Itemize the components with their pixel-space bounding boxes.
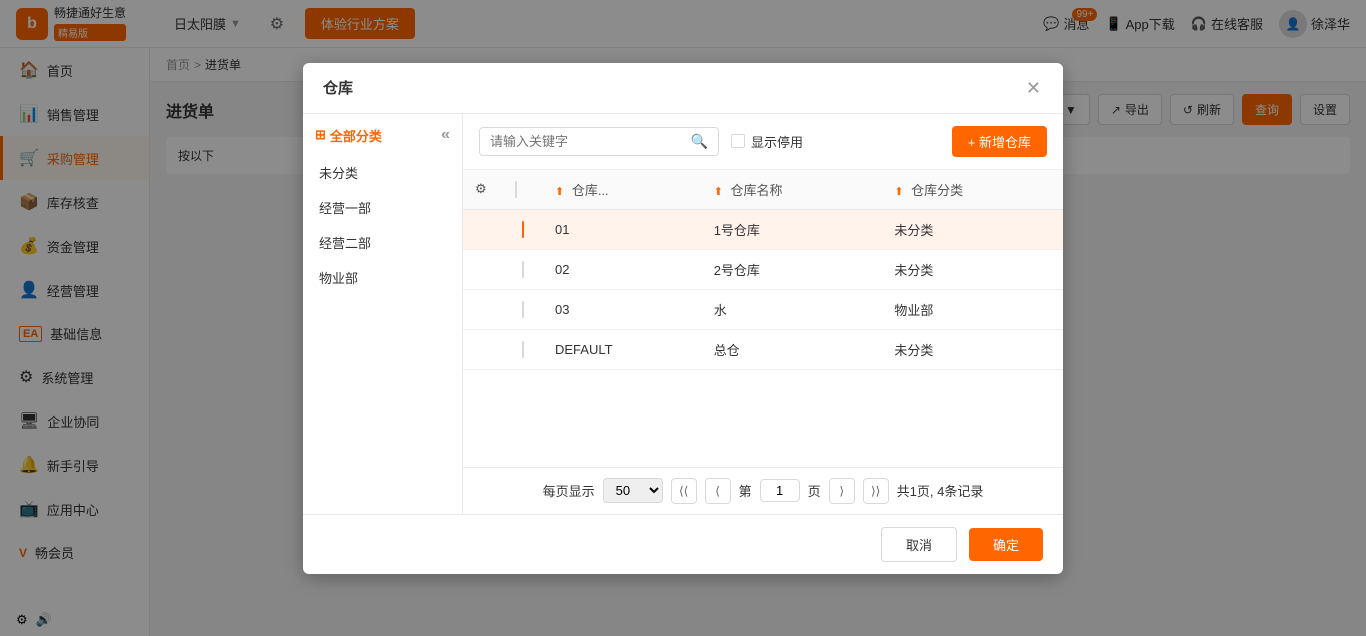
- sort-icon-code: ⬆: [555, 186, 564, 198]
- td-check-3[interactable]: [503, 289, 543, 329]
- page-unit: 页: [808, 481, 821, 500]
- select-all-checkbox[interactable]: [515, 181, 517, 198]
- next-page-button[interactable]: ⟩: [829, 478, 855, 504]
- td-category-1: 未分类: [882, 209, 1063, 249]
- td-gear-4: [463, 329, 503, 369]
- th-gear: ⚙: [463, 170, 503, 210]
- th-category: ⬆ 仓库分类: [882, 170, 1063, 210]
- total-info: 共1页, 4条记录: [897, 481, 984, 500]
- last-page-button[interactable]: ⟩⟩: [863, 478, 889, 504]
- modal-category-panel: ⊞ 全部分类 « 未分类 经营一部 经营二部 物业部: [303, 114, 463, 514]
- modal-toolbar: 🔍 显示停用 + 新增仓库: [463, 114, 1063, 170]
- td-check-2[interactable]: [503, 249, 543, 289]
- td-name-4: 总仓: [702, 329, 883, 369]
- per-page-label: 每页显示: [543, 481, 595, 500]
- modal-overlay: 仓库 ✕ ⊞ 全部分类 « 未分类 经营一部: [0, 0, 1366, 636]
- row-checkbox-2[interactable]: [522, 261, 524, 278]
- td-check-4[interactable]: [503, 329, 543, 369]
- page-label: 第: [739, 481, 752, 500]
- category-item-ops1[interactable]: 经营一部: [303, 190, 462, 225]
- cancel-button[interactable]: 取消: [881, 527, 957, 562]
- page-input[interactable]: [760, 479, 800, 502]
- td-gear-3: [463, 289, 503, 329]
- sort-icon-name: ⬆: [714, 186, 723, 198]
- td-name-1: 1号仓库: [702, 209, 883, 249]
- prev-page-button[interactable]: ⟨: [705, 478, 731, 504]
- table-row[interactable]: 02 2号仓库 未分类: [463, 249, 1063, 289]
- per-page-select[interactable]: 50 20 100: [603, 478, 663, 503]
- td-name-2: 2号仓库: [702, 249, 883, 289]
- modal-category-header: ⊞ 全部分类 «: [303, 126, 462, 155]
- table-header-row: ⚙ ⬆ 仓库... ⬆ 仓库名称: [463, 170, 1063, 210]
- warehouse-table: ⚙ ⬆ 仓库... ⬆ 仓库名称: [463, 170, 1063, 370]
- table-row[interactable]: 01 1号仓库 未分类: [463, 209, 1063, 249]
- category-item-property[interactable]: 物业部: [303, 260, 462, 295]
- td-category-3: 物业部: [882, 289, 1063, 329]
- sort-icon-category: ⬆: [894, 186, 903, 198]
- th-code: ⬆ 仓库...: [543, 170, 702, 210]
- row-checkbox-4[interactable]: [522, 341, 524, 358]
- td-code-4: DEFAULT: [543, 329, 702, 369]
- table-row[interactable]: 03 水 物业部: [463, 289, 1063, 329]
- modal-pagination: 每页显示 50 20 100 ⟨⟨ ⟨ 第 页 ⟩ ⟩⟩ 共1页, 4条记录: [463, 467, 1063, 514]
- row-checkbox-3[interactable]: [522, 301, 524, 318]
- row-checkbox-1[interactable]: [522, 221, 524, 238]
- td-code-2: 02: [543, 249, 702, 289]
- td-code-1: 01: [543, 209, 702, 249]
- collapse-button[interactable]: «: [441, 126, 450, 144]
- th-name: ⬆ 仓库名称: [702, 170, 883, 210]
- show-disabled-text: 显示停用: [751, 132, 803, 151]
- table-body: 01 1号仓库 未分类 02 2号仓库: [463, 209, 1063, 369]
- search-input[interactable]: [480, 129, 681, 154]
- show-disabled-label[interactable]: 显示停用: [731, 132, 803, 151]
- category-item-uncategorized[interactable]: 未分类: [303, 155, 462, 190]
- td-code-3: 03: [543, 289, 702, 329]
- category-item-ops2[interactable]: 经营二部: [303, 225, 462, 260]
- td-category-4: 未分类: [882, 329, 1063, 369]
- td-check-1[interactable]: [503, 209, 543, 249]
- td-gear-2: [463, 249, 503, 289]
- modal-right-panel: 🔍 显示停用 + 新增仓库 ⚙: [463, 114, 1063, 514]
- warehouse-modal: 仓库 ✕ ⊞ 全部分类 « 未分类 经营一部: [303, 63, 1063, 574]
- modal-table-wrap: ⚙ ⬆ 仓库... ⬆ 仓库名称: [463, 170, 1063, 467]
- grid-icon: ⊞: [315, 127, 326, 143]
- th-check: [503, 170, 543, 210]
- table-row[interactable]: DEFAULT 总仓 未分类: [463, 329, 1063, 369]
- show-disabled-checkbox[interactable]: [731, 134, 745, 148]
- table-head: ⚙ ⬆ 仓库... ⬆ 仓库名称: [463, 170, 1063, 210]
- search-box: 🔍: [479, 127, 719, 156]
- modal-footer: 取消 确定: [303, 514, 1063, 574]
- first-page-button[interactable]: ⟨⟨: [671, 478, 697, 504]
- search-icon[interactable]: 🔍: [681, 128, 718, 155]
- new-warehouse-button[interactable]: + 新增仓库: [952, 126, 1047, 157]
- td-category-2: 未分类: [882, 249, 1063, 289]
- modal-title: 仓库: [323, 77, 353, 98]
- td-gear-1: [463, 209, 503, 249]
- category-header-label: 全部分类: [330, 126, 382, 145]
- modal-header: 仓库 ✕: [303, 63, 1063, 114]
- modal-body: ⊞ 全部分类 « 未分类 经营一部 经营二部 物业部: [303, 114, 1063, 514]
- confirm-button[interactable]: 确定: [969, 528, 1043, 561]
- modal-close-button[interactable]: ✕: [1024, 77, 1043, 99]
- td-name-3: 水: [702, 289, 883, 329]
